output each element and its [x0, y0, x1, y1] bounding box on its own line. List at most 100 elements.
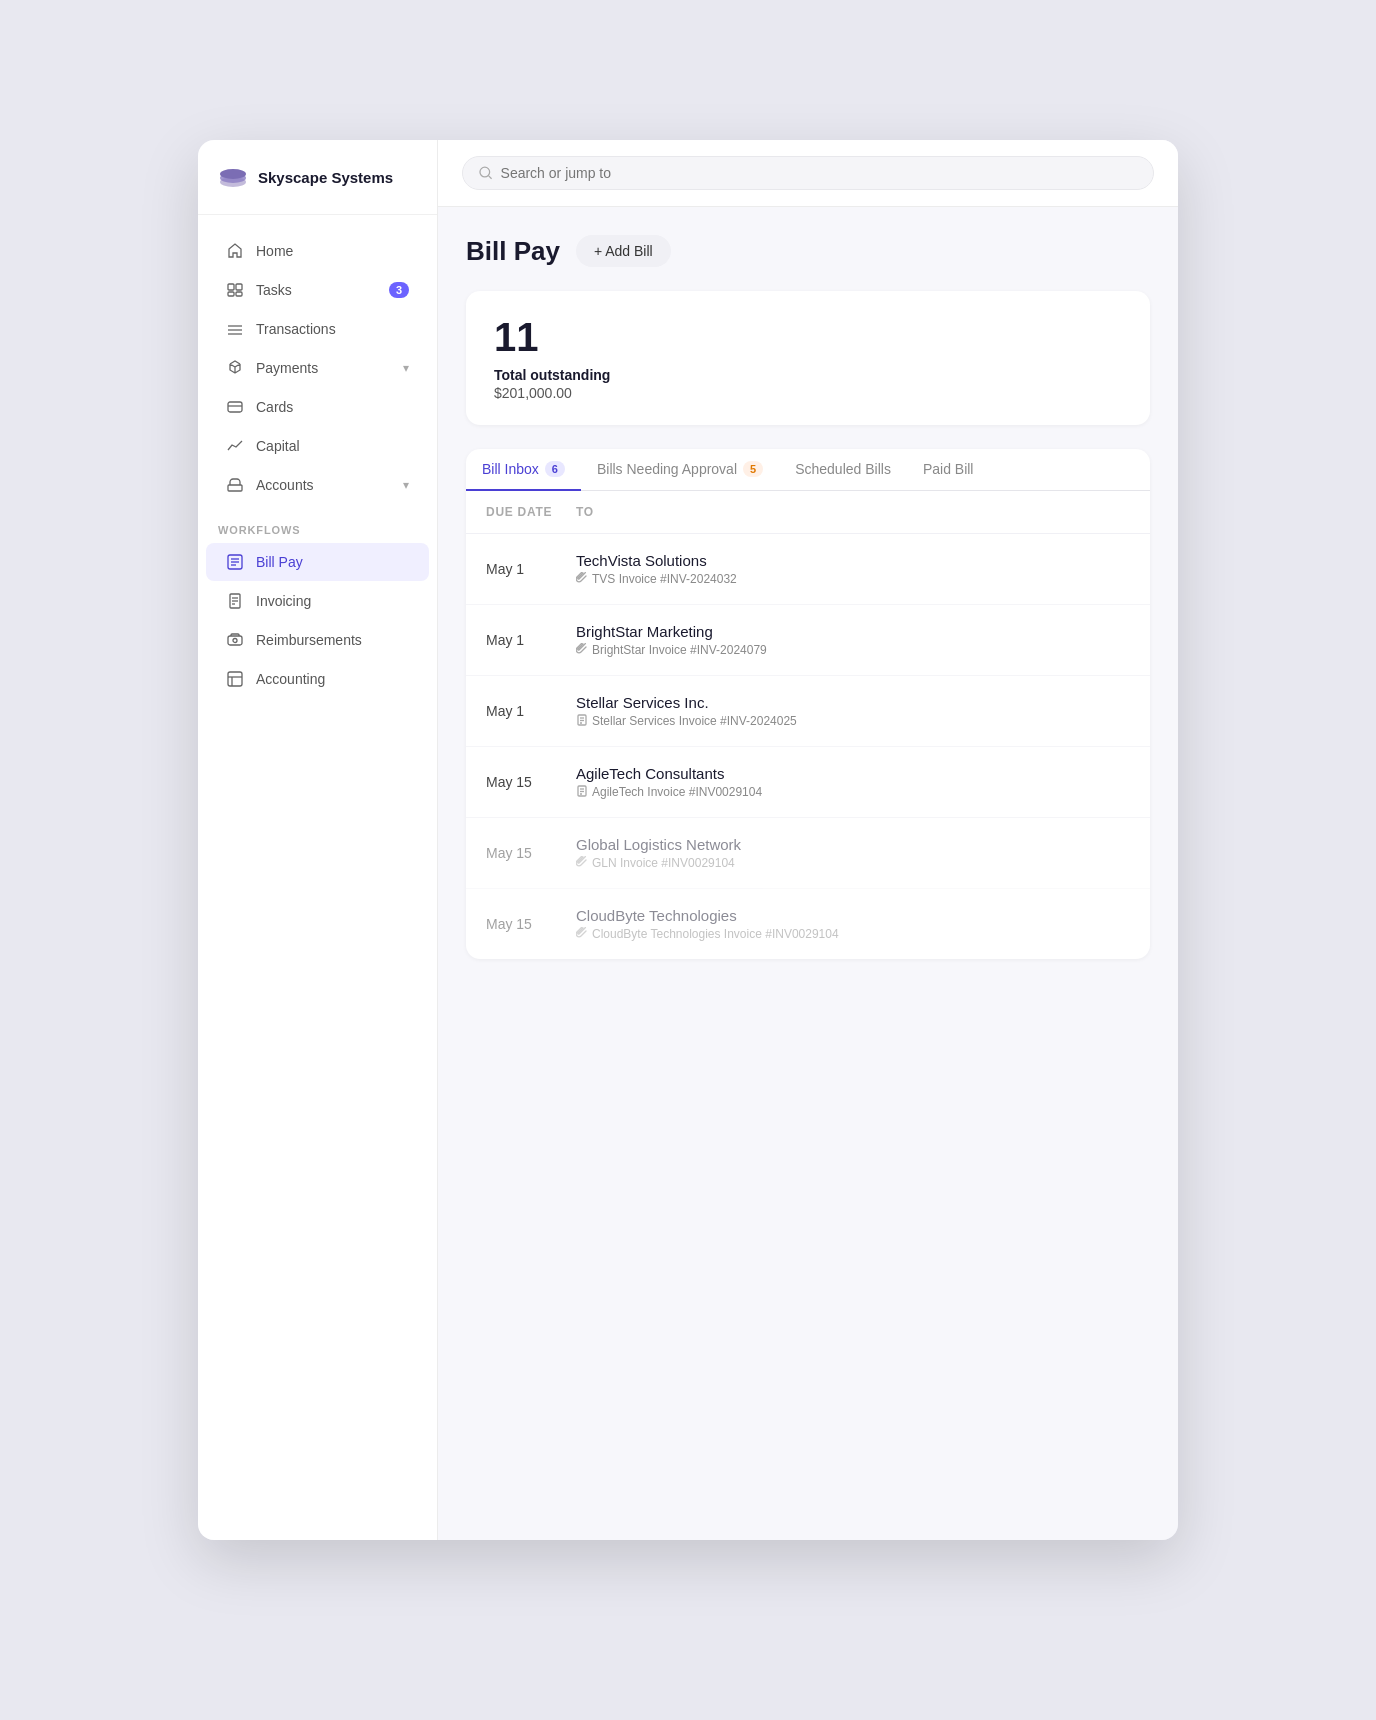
bill-invoice: GLN Invoice #INV0029104	[576, 856, 1130, 870]
add-bill-button[interactable]: + Add Bill	[576, 235, 671, 267]
invoice-number: BrightStar Invoice #INV-2024079	[592, 643, 767, 657]
tasks-icon	[226, 281, 244, 299]
bill-date: May 15	[486, 845, 576, 861]
accounting-label: Accounting	[256, 671, 325, 687]
tab-scheduled-bills-label: Scheduled Bills	[795, 461, 891, 477]
svg-rect-6	[236, 292, 242, 296]
sidebar-item-transactions[interactable]: Transactions	[206, 310, 429, 348]
search-input[interactable]	[501, 165, 1137, 181]
company-logo	[218, 162, 248, 192]
search-icon	[479, 166, 493, 180]
svg-rect-12	[228, 485, 242, 491]
tab-bills-needing-approval-badge: 5	[743, 461, 763, 477]
svg-rect-21	[228, 636, 242, 645]
bill-vendor: Stellar Services Inc.	[576, 694, 1130, 711]
bill-date: May 1	[486, 632, 576, 648]
invoice-number: Stellar Services Invoice #INV-2024025	[592, 714, 797, 728]
svg-rect-5	[228, 292, 234, 296]
table-row[interactable]: May 15 CloudByte Technologies CloudByte …	[466, 889, 1150, 959]
invoicing-label: Invoicing	[256, 593, 311, 609]
tab-bills-needing-approval[interactable]: Bills Needing Approval 5	[581, 449, 779, 491]
bill-invoice: TVS Invoice #INV-2024032	[576, 572, 1130, 586]
table-row[interactable]: May 1 BrightStar Marketing BrightStar In…	[466, 605, 1150, 676]
table-row[interactable]: May 1 TechVista Solutions TVS Invoice #I…	[466, 534, 1150, 605]
bill-date: May 15	[486, 916, 576, 932]
bill-vendor: TechVista Solutions	[576, 552, 1130, 569]
page-title: Bill Pay	[466, 236, 560, 267]
sidebar-item-invoicing[interactable]: Invoicing	[206, 582, 429, 620]
svg-point-2	[220, 169, 246, 179]
search-bar[interactable]	[462, 156, 1154, 190]
sidebar-item-bill-pay[interactable]: Bill Pay	[206, 543, 429, 581]
summary-amount: $201,000.00	[494, 385, 1122, 401]
company-name: Skyscape Systems	[258, 169, 393, 186]
tab-paid-bills-label: Paid Bill	[923, 461, 974, 477]
sidebar: Skyscape Systems Home	[198, 140, 438, 1540]
invoice-icon	[576, 927, 588, 941]
tab-bill-inbox-badge: 6	[545, 461, 565, 477]
sidebar-item-cards[interactable]: Cards	[206, 388, 429, 426]
bill-vendor: AgileTech Consultants	[576, 765, 1130, 782]
top-bar	[438, 140, 1178, 207]
bill-info: Stellar Services Inc. Stellar Services I…	[576, 694, 1130, 728]
bill-info: BrightStar Marketing BrightStar Invoice …	[576, 623, 1130, 657]
page-header: Bill Pay + Add Bill	[466, 235, 1150, 267]
payments-label: Payments	[256, 360, 318, 376]
invoice-number: AgileTech Invoice #INV0029104	[592, 785, 762, 799]
sidebar-item-accounting[interactable]: Accounting	[206, 660, 429, 698]
page-body: Bill Pay + Add Bill 11 Total outstanding…	[438, 207, 1178, 1540]
invoicing-icon	[226, 592, 244, 610]
bills-list: May 1 TechVista Solutions TVS Invoice #I…	[466, 534, 1150, 959]
tab-bills-needing-approval-label: Bills Needing Approval	[597, 461, 737, 477]
invoice-icon	[576, 572, 588, 586]
invoice-number: GLN Invoice #INV0029104	[592, 856, 735, 870]
accounts-chevron: ▾	[403, 478, 409, 492]
sidebar-item-accounts[interactable]: Accounts ▾	[206, 466, 429, 504]
table-row[interactable]: May 1 Stellar Services Inc. Stellar Serv…	[466, 676, 1150, 747]
bill-date: May 1	[486, 703, 576, 719]
table-row[interactable]: May 15 AgileTech Consultants AgileTech I…	[466, 747, 1150, 818]
reimbursements-label: Reimbursements	[256, 632, 362, 648]
tab-paid-bills[interactable]: Paid Bill	[907, 449, 990, 491]
tab-scheduled-bills[interactable]: Scheduled Bills	[779, 449, 907, 491]
sidebar-item-reimbursements[interactable]: Reimbursements	[206, 621, 429, 659]
app-wrapper: Skyscape Systems Home	[198, 140, 1178, 1540]
bill-invoice: Stellar Services Invoice #INV-2024025	[576, 714, 1130, 728]
transactions-label: Transactions	[256, 321, 336, 337]
payments-chevron: ▾	[403, 361, 409, 375]
bill-pay-icon	[226, 553, 244, 571]
bill-invoice: AgileTech Invoice #INV0029104	[576, 785, 1130, 799]
sidebar-item-tasks[interactable]: Tasks 3	[206, 271, 429, 309]
tabs-container: Bill Inbox 6 Bills Needing Approval 5 Sc…	[466, 449, 1150, 491]
sidebar-item-payments[interactable]: Payments ▾	[206, 349, 429, 387]
summary-count: 11	[494, 315, 1122, 359]
bill-vendor: BrightStar Marketing	[576, 623, 1130, 640]
home-label: Home	[256, 243, 293, 259]
bill-info: TechVista Solutions TVS Invoice #INV-202…	[576, 552, 1130, 586]
cards-icon	[226, 398, 244, 416]
payments-icon	[226, 359, 244, 377]
sidebar-item-home[interactable]: Home	[206, 232, 429, 270]
bill-info: AgileTech Consultants AgileTech Invoice …	[576, 765, 1130, 799]
bill-pay-label: Bill Pay	[256, 554, 303, 570]
sidebar-item-capital[interactable]: Capital	[206, 427, 429, 465]
sidebar-header: Skyscape Systems	[198, 140, 437, 215]
bill-date: May 1	[486, 561, 576, 577]
bills-table: Bill Inbox 6 Bills Needing Approval 5 Sc…	[466, 449, 1150, 959]
table-row[interactable]: May 15 Global Logistics Network GLN Invo…	[466, 818, 1150, 889]
summary-label: Total outstanding	[494, 367, 1122, 383]
invoice-icon	[576, 856, 588, 870]
bill-invoice: CloudByte Technologies Invoice #INV00291…	[576, 927, 1130, 941]
tab-bill-inbox[interactable]: Bill Inbox 6	[466, 449, 581, 491]
svg-rect-4	[236, 284, 242, 290]
invoice-icon	[576, 785, 588, 799]
bill-invoice: BrightStar Invoice #INV-2024079	[576, 643, 1130, 657]
table-header: Due date To	[466, 491, 1150, 534]
summary-card: 11 Total outstanding $201,000.00	[466, 291, 1150, 425]
cards-label: Cards	[256, 399, 293, 415]
tab-bill-inbox-label: Bill Inbox	[482, 461, 539, 477]
col-to-header: To	[576, 505, 1130, 519]
transactions-icon	[226, 320, 244, 338]
bill-info: CloudByte Technologies CloudByte Technol…	[576, 907, 1130, 941]
svg-rect-23	[228, 672, 242, 686]
